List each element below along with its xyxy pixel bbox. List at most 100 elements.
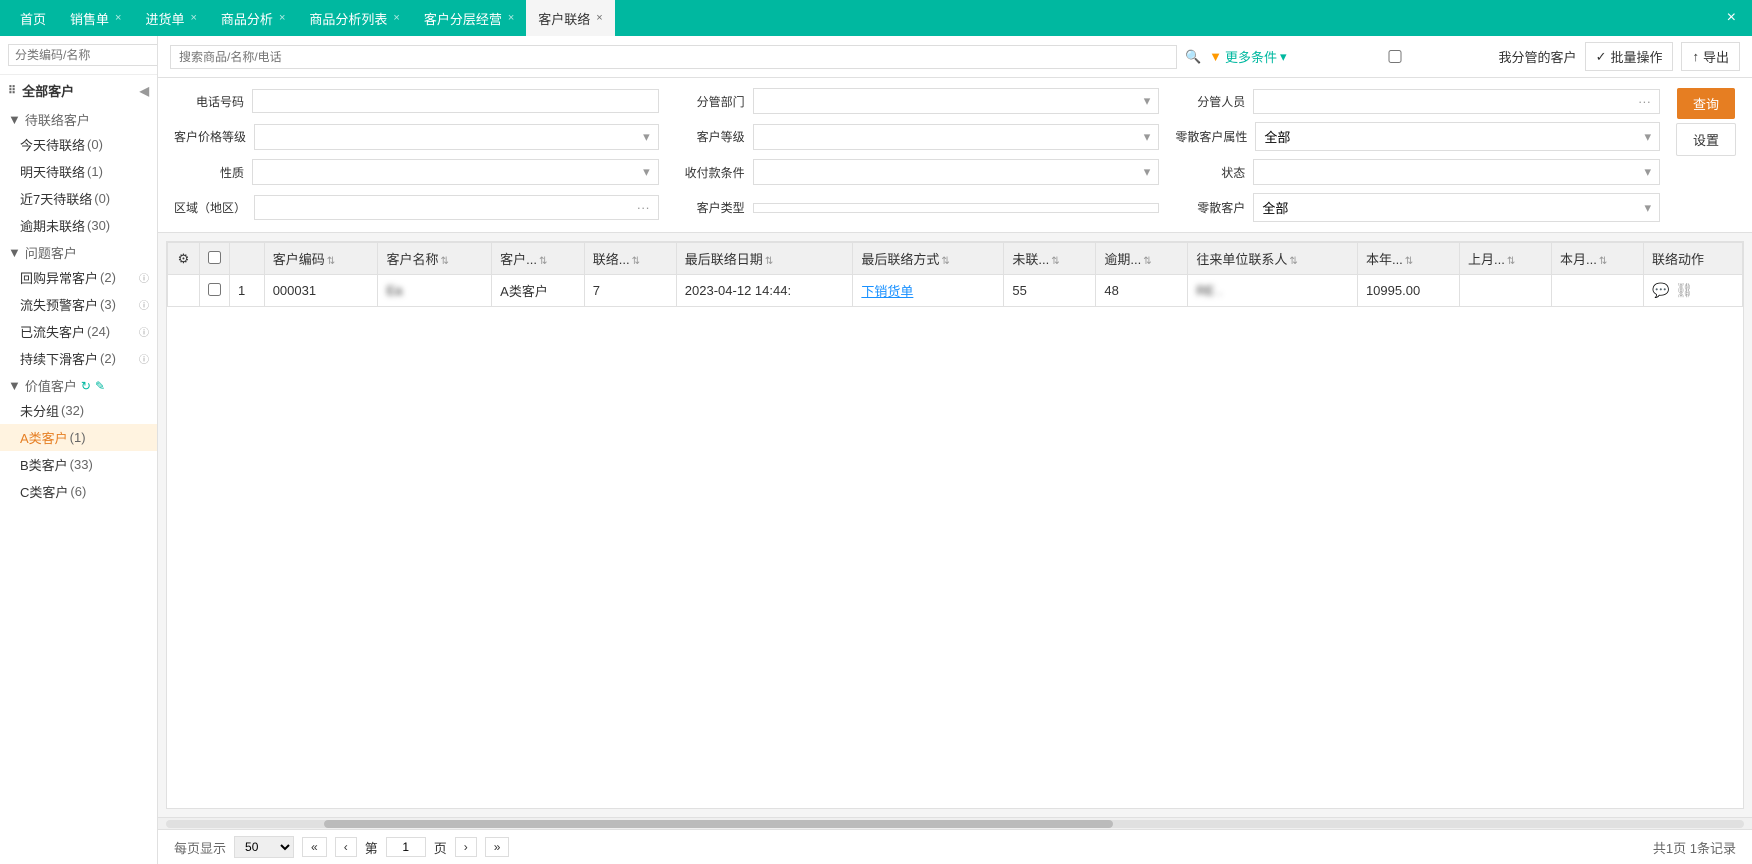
sidebar-item-class-b[interactable]: B类客户(33): [0, 451, 157, 478]
sidebar-item-declining[interactable]: 持续下滑客户(2) ⓘ: [0, 345, 157, 372]
col-year[interactable]: 本年...⇅: [1357, 243, 1459, 275]
close-tab-0[interactable]: ×: [115, 12, 121, 24]
filter-row-1: 电话号码 分管部门 ▾ 分管人员: [174, 88, 1660, 114]
region-dots-icon[interactable]: ···: [637, 200, 650, 215]
batch-icon: ✓: [1596, 49, 1607, 65]
link-icon[interactable]: ⛓: [1675, 282, 1693, 299]
sidebar-item-today[interactable]: 今天待联络(0): [0, 131, 157, 158]
sort-uncontacted-icon: ⇅: [1051, 256, 1059, 267]
dept-select[interactable]: ▾: [753, 88, 1160, 114]
filter-retail: 零散客户 全部 ▾: [1175, 193, 1660, 222]
col-uncontacted[interactable]: 未联...⇅: [1004, 243, 1096, 275]
sidebar-item-class-a[interactable]: A类客户(1): [0, 424, 157, 451]
group-pending-contact[interactable]: ▼ 待联络客户: [0, 106, 157, 131]
col-last-month[interactable]: 上月...⇅: [1459, 243, 1551, 275]
col-cur-month[interactable]: 本月...⇅: [1551, 243, 1643, 275]
per-page-select[interactable]: 50 100: [234, 836, 294, 858]
close-tab-3[interactable]: ×: [393, 12, 399, 24]
status-select[interactable]: ▾: [1253, 159, 1660, 185]
info-icon-4: ⓘ: [139, 351, 149, 366]
settings-button[interactable]: 设置: [1676, 123, 1736, 156]
retail-attr-select[interactable]: 全部 ▾: [1255, 122, 1660, 151]
collapse-icon[interactable]: ◀: [140, 84, 149, 98]
close-tab-4[interactable]: ×: [508, 12, 514, 24]
payment-select[interactable]: ▾: [753, 159, 1160, 185]
nav-tab-4[interactable]: 客户分层经营 ×: [412, 0, 526, 36]
cell-gear: [168, 275, 200, 307]
phone-input[interactable]: [252, 89, 659, 113]
nature-select[interactable]: ▾: [252, 159, 659, 185]
nav-tab-3[interactable]: 商品分析列表 ×: [297, 0, 411, 36]
refresh-icon[interactable]: ↻: [81, 379, 91, 393]
cell-check[interactable]: [200, 275, 230, 307]
batch-operations-button[interactable]: ✓ 批量操作: [1585, 42, 1674, 71]
my-customers-check[interactable]: [1295, 50, 1495, 63]
sidebar: 🔍 ⠿ 全部客户 ◀ ▼ 待联络客户 今天待联络(0) 明天待联络(1) 近7天…: [0, 36, 158, 864]
query-button[interactable]: 查询: [1677, 88, 1735, 119]
col-code[interactable]: 客户编码⇅: [264, 243, 378, 275]
price-level-select[interactable]: ▾: [254, 124, 659, 150]
search-input[interactable]: [170, 45, 1177, 69]
customer-type-select[interactable]: [753, 203, 1160, 213]
cell-code: 000031: [264, 275, 378, 307]
customer-level-select[interactable]: ▾: [753, 124, 1160, 150]
sidebar-item-ungrouped[interactable]: 未分组(32): [0, 397, 157, 424]
group-value-customers[interactable]: ▼ 价值客户 ↻ ✎: [0, 372, 157, 397]
contact-method-link[interactable]: 下销货单: [861, 284, 913, 299]
group-problem-customers[interactable]: ▼ 问题客户: [0, 239, 157, 264]
sidebar-item-repurchase-abnormal[interactable]: 回购异常客户(2) ⓘ: [0, 264, 157, 291]
nav-tab-1[interactable]: 进货单 ×: [133, 0, 208, 36]
last-page-button[interactable]: »: [485, 837, 510, 857]
filter-region: 区域（地区） ···: [174, 195, 659, 220]
search-bar-icon[interactable]: 🔍: [1185, 49, 1201, 65]
region-select[interactable]: ···: [254, 195, 659, 220]
col-contact-count[interactable]: 联络...⇅: [584, 243, 676, 275]
nav-home[interactable]: 首页: [8, 0, 58, 36]
close-tab-1[interactable]: ×: [190, 12, 196, 24]
close-tab-2[interactable]: ×: [279, 12, 285, 24]
sidebar-search-input[interactable]: [8, 44, 158, 66]
more-conditions-button[interactable]: ▼ 更多条件 ▾: [1209, 47, 1286, 66]
sidebar-item-churned[interactable]: 已流失客户(24) ⓘ: [0, 318, 157, 345]
filter-customer-level: 客户等级 ▾: [675, 124, 1160, 150]
select-all-checkbox[interactable]: [208, 251, 221, 264]
person-dots-icon[interactable]: ···: [1638, 94, 1651, 109]
sidebar-item-churn-warning[interactable]: 流失预警客户(3) ⓘ: [0, 291, 157, 318]
sidebar-item-7days[interactable]: 近7天待联络(0): [0, 185, 157, 212]
page-input[interactable]: [386, 837, 426, 857]
col-gear[interactable]: ⚙: [168, 243, 200, 275]
top-nav: 首页 销售单 × 进货单 × 商品分析 × 商品分析列表 × 客户分层经营 × …: [0, 0, 1752, 36]
horizontal-scrollbar[interactable]: [158, 817, 1752, 829]
nav-tab-2[interactable]: 商品分析 ×: [209, 0, 297, 36]
export-button[interactable]: ↑ 导出: [1681, 42, 1740, 71]
sidebar-item-class-c[interactable]: C类客户(6): [0, 478, 157, 505]
cell-last-method[interactable]: 下销货单: [853, 275, 1004, 307]
my-customers-checkbox[interactable]: 我分管的客户: [1295, 47, 1577, 66]
export-icon: ↑: [1692, 49, 1699, 64]
edit-icon[interactable]: ✎: [95, 379, 105, 393]
row-checkbox[interactable]: [208, 283, 221, 296]
col-related-contact[interactable]: 往来单位联系人⇅: [1188, 243, 1358, 275]
nav-tab-0[interactable]: 销售单 ×: [58, 0, 133, 36]
col-overdue[interactable]: 逾期...⇅: [1096, 243, 1188, 275]
person-select[interactable]: ···: [1253, 89, 1660, 114]
message-icon[interactable]: 💬: [1652, 282, 1669, 299]
prev-page-button[interactable]: ‹: [335, 837, 357, 857]
close-tab-5[interactable]: ×: [596, 12, 602, 24]
col-type[interactable]: 客户...⇅: [492, 243, 585, 275]
col-check[interactable]: [200, 243, 230, 275]
filter-icon: ▼: [1209, 49, 1222, 64]
retail-select[interactable]: 全部 ▾: [1253, 193, 1660, 222]
first-page-button[interactable]: «: [302, 837, 327, 857]
col-last-method[interactable]: 最后联络方式⇅: [853, 243, 1004, 275]
cell-row-actions: 💬 ⛓: [1643, 275, 1742, 307]
all-customers-header[interactable]: ⠿ 全部客户 ◀: [0, 75, 157, 106]
sidebar-item-overdue[interactable]: 逾期未联络(30): [0, 212, 157, 239]
scroll-thumb[interactable]: [324, 820, 1113, 828]
col-name[interactable]: 客户名称⇅: [378, 243, 492, 275]
next-page-button[interactable]: ›: [455, 837, 477, 857]
col-last-date[interactable]: 最后联络日期⇅: [676, 243, 853, 275]
close-all-button[interactable]: ×: [1719, 9, 1744, 27]
sidebar-item-tomorrow[interactable]: 明天待联络(1): [0, 158, 157, 185]
nav-tab-5[interactable]: 客户联络 ×: [526, 0, 614, 36]
